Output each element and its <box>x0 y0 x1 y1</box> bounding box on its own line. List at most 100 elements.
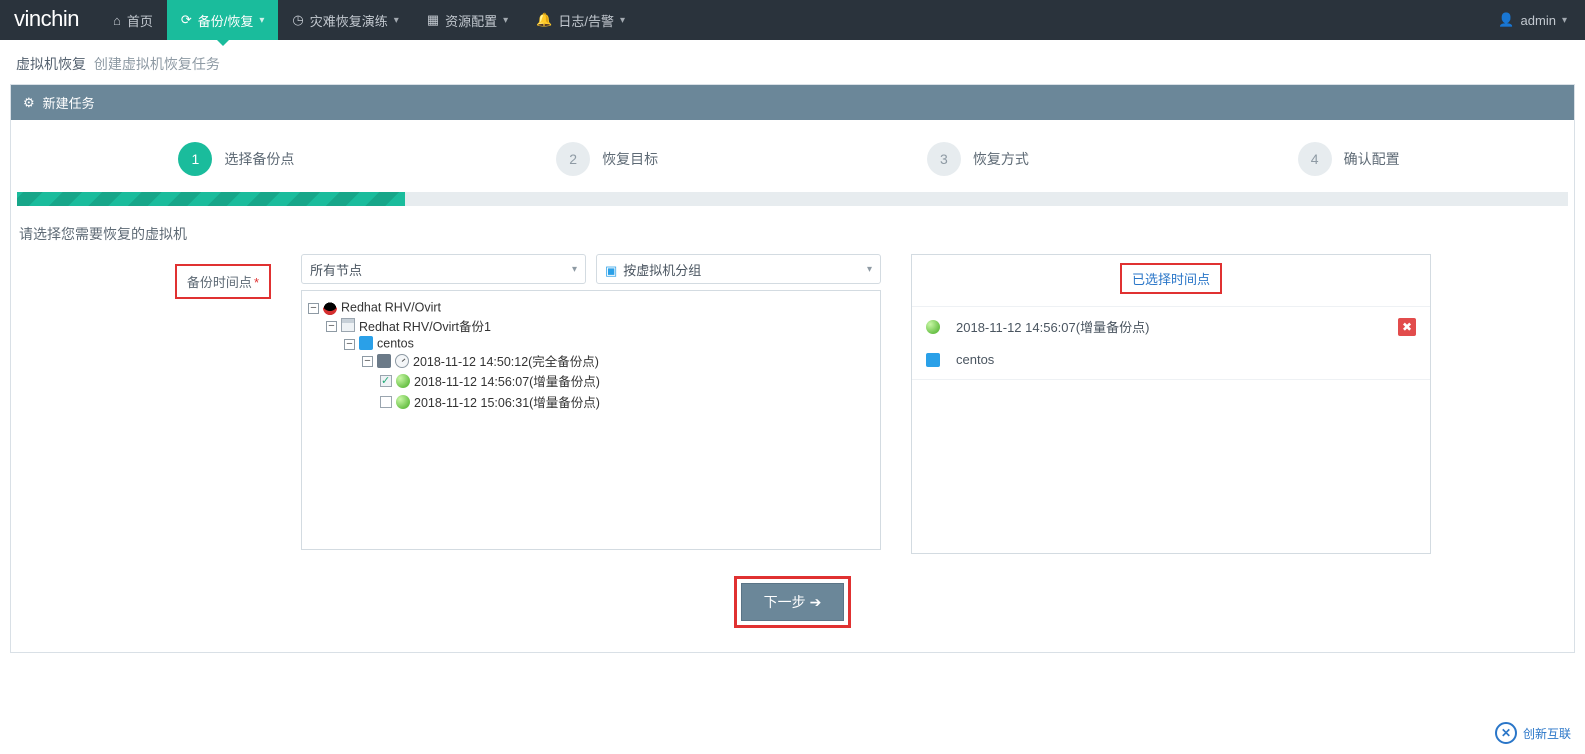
grid-icon: ▦ <box>427 12 439 28</box>
wizard-progress-fill <box>17 192 405 206</box>
nav-backup-label: 备份/恢复 <box>198 11 254 30</box>
home-icon: ⌂ <box>113 13 121 28</box>
nav-disaster[interactable]: ◷ 灾难恢复演练 ▾ <box>278 0 412 40</box>
backup-tree[interactable]: −Redhat RHV/Ovirt −Redhat RHV/Ovirt备份1 −… <box>301 290 881 550</box>
breadcrumb-leaf: 创建虚拟机恢复任务 <box>94 56 220 72</box>
nav-resource-label: 资源配置 <box>445 11 497 30</box>
selected-point-text: 2018-11-12 14:56:07(增量备份点) <box>956 317 1149 336</box>
nav-logs[interactable]: 🔔 日志/告警 ▾ <box>522 0 639 40</box>
vm-icon <box>926 353 940 367</box>
node-select-value: 所有节点 <box>310 260 362 279</box>
user-icon: 👤 <box>1498 12 1514 28</box>
nav-home-label: 首页 <box>127 11 153 30</box>
collapse-icon[interactable]: − <box>326 321 337 332</box>
selected-vm-text: centos <box>956 352 994 367</box>
arrow-right-icon: ➔ <box>810 594 822 611</box>
selected-panel: 已选择时间点 2018-11-12 14:56:07(增量备份点) ✖ cent… <box>911 254 1431 554</box>
footer-brand-text: 创新互联 <box>1523 727 1571 741</box>
nav-resource[interactable]: ▦ 资源配置 ▾ <box>413 0 522 40</box>
required-marker: * <box>254 275 259 290</box>
checkbox-checked[interactable] <box>380 375 392 387</box>
node-select[interactable]: 所有节点 ▾ <box>301 254 586 284</box>
nav-logs-label: 日志/告警 <box>558 11 614 30</box>
globe-icon <box>396 395 410 409</box>
group-select[interactable]: ▣ 按虚拟机分组 ▾ <box>596 254 881 284</box>
step-3-number: 3 <box>927 142 961 176</box>
globe-icon <box>396 374 410 388</box>
tree-inc2-label: 2018-11-12 15:06:31(增量备份点) <box>414 396 600 410</box>
chevron-down-icon: ▾ <box>1562 15 1567 26</box>
new-task-panel: 新建任务 1 选择备份点 2 恢复目标 3 恢复方式 4 确认配置 请选择您需要 <box>10 84 1575 653</box>
clock-icon <box>395 354 409 368</box>
step-3-label: 恢复方式 <box>973 149 1029 169</box>
wizard-progress <box>17 192 1568 206</box>
panel-header: 新建任务 <box>11 85 1574 120</box>
next-highlight: 下一步 ➔ <box>734 576 852 628</box>
wizard-step-2[interactable]: 2 恢复目标 <box>422 142 793 176</box>
vm-icon <box>359 336 373 350</box>
footer-brand: ✕ 创新互联 <box>1495 722 1571 744</box>
collapse-icon[interactable]: − <box>344 339 355 350</box>
nav-items: ⌂ 首页 ⟳ 备份/恢复 ▾ ◷ 灾难恢复演练 ▾ ▦ 资源配置 ▾ 🔔 日志/… <box>99 0 639 40</box>
globe-icon <box>926 320 940 334</box>
wizard-step-4[interactable]: 4 确认配置 <box>1163 142 1534 176</box>
nav-disaster-label: 灾难恢复演练 <box>310 11 388 30</box>
brand-logo: vinchin <box>0 0 99 40</box>
step-4-number: 4 <box>1298 142 1332 176</box>
collapse-icon[interactable]: − <box>362 356 373 367</box>
top-nav: vinchin ⌂ 首页 ⟳ 备份/恢复 ▾ ◷ 灾难恢复演练 ▾ ▦ 资源配置… <box>0 0 1585 40</box>
nav-user[interactable]: 👤 admin ▾ <box>1480 0 1585 40</box>
tree-inc1[interactable]: 2018-11-12 14:56:07(增量备份点) <box>380 370 874 391</box>
nav-home[interactable]: ⌂ 首页 <box>99 0 167 40</box>
selected-title: 已选择时间点 <box>1120 263 1222 294</box>
tree-full-label: 2018-11-12 14:50:12(完全备份点) <box>413 355 599 369</box>
step-2-label: 恢复目标 <box>602 149 658 169</box>
wizard-steps: 1 选择备份点 2 恢复目标 3 恢复方式 4 确认配置 <box>11 130 1574 178</box>
bell-icon: 🔔 <box>536 12 552 28</box>
step-4-label: 确认配置 <box>1344 149 1400 169</box>
breadcrumb-root: 虚拟机恢复 <box>16 56 86 72</box>
footer-logo-icon: ✕ <box>1495 722 1517 744</box>
checkbox-unchecked[interactable] <box>380 396 392 408</box>
field-label-col: 备份时间点* <box>21 254 271 554</box>
tree-full-point[interactable]: − 2018-11-12 14:50:12(完全备份点) 2018-11-12 1… <box>362 350 874 413</box>
panel-title: 新建任务 <box>43 93 95 112</box>
wizard-step-3[interactable]: 3 恢复方式 <box>793 142 1164 176</box>
tree-inc2[interactable]: 2018-11-12 15:06:31(增量备份点) <box>380 391 874 412</box>
next-button[interactable]: 下一步 ➔ <box>741 583 845 621</box>
instruction-text: 请选择您需要恢复的虚拟机 <box>11 210 1574 250</box>
chevron-down-icon: ▾ <box>503 15 508 26</box>
selected-vm-row: centos <box>912 344 1430 375</box>
refresh-icon: ⟳ <box>181 12 192 28</box>
chevron-down-icon: ▾ <box>572 264 577 275</box>
chevron-down-icon: ▾ <box>394 15 399 26</box>
backup-point-label: 备份时间点* <box>175 264 271 299</box>
tree-vm[interactable]: −centos −2018-11-12 14:50:12(完全备份点) 2018 <box>344 335 874 415</box>
step-2-number: 2 <box>556 142 590 176</box>
wizard-step-1[interactable]: 1 选择备份点 <box>51 142 422 176</box>
chevron-down-icon: ▾ <box>867 264 872 275</box>
delete-selected-button[interactable]: ✖ <box>1398 318 1416 336</box>
stop-icon <box>377 354 391 368</box>
group-select-value: 按虚拟机分组 <box>623 263 701 278</box>
tree-job[interactable]: −Redhat RHV/Ovirt备份1 −centos −2018-11-12… <box>326 315 874 416</box>
tree-inc1-label: 2018-11-12 14:56:07(增量备份点) <box>414 375 600 389</box>
tree-vm-label: centos <box>377 336 414 350</box>
nav-backup[interactable]: ⟳ 备份/恢复 ▾ <box>167 0 279 40</box>
vm-icon: ▣ <box>605 263 617 278</box>
nav-user-label: admin <box>1521 13 1556 28</box>
breadcrumb: 虚拟机恢复 创建虚拟机恢复任务 <box>0 40 1585 84</box>
collapse-icon[interactable]: − <box>308 303 319 314</box>
gear-icon <box>23 95 35 111</box>
calendar-icon <box>341 318 355 332</box>
tree-root[interactable]: −Redhat RHV/Ovirt −Redhat RHV/Ovirt备份1 −… <box>308 299 874 416</box>
backup-point-label-text: 备份时间点 <box>187 275 252 290</box>
next-button-label: 下一步 <box>764 592 806 612</box>
step-1-number: 1 <box>178 142 212 176</box>
tree-job-label: Redhat RHV/Ovirt备份1 <box>359 320 491 334</box>
tree-root-label: Redhat RHV/Ovirt <box>341 301 441 315</box>
redhat-icon <box>323 301 337 315</box>
step-1-label: 选择备份点 <box>224 149 294 169</box>
selected-point-row: 2018-11-12 14:56:07(增量备份点) ✖ <box>912 309 1430 344</box>
chevron-down-icon: ▾ <box>259 15 264 26</box>
